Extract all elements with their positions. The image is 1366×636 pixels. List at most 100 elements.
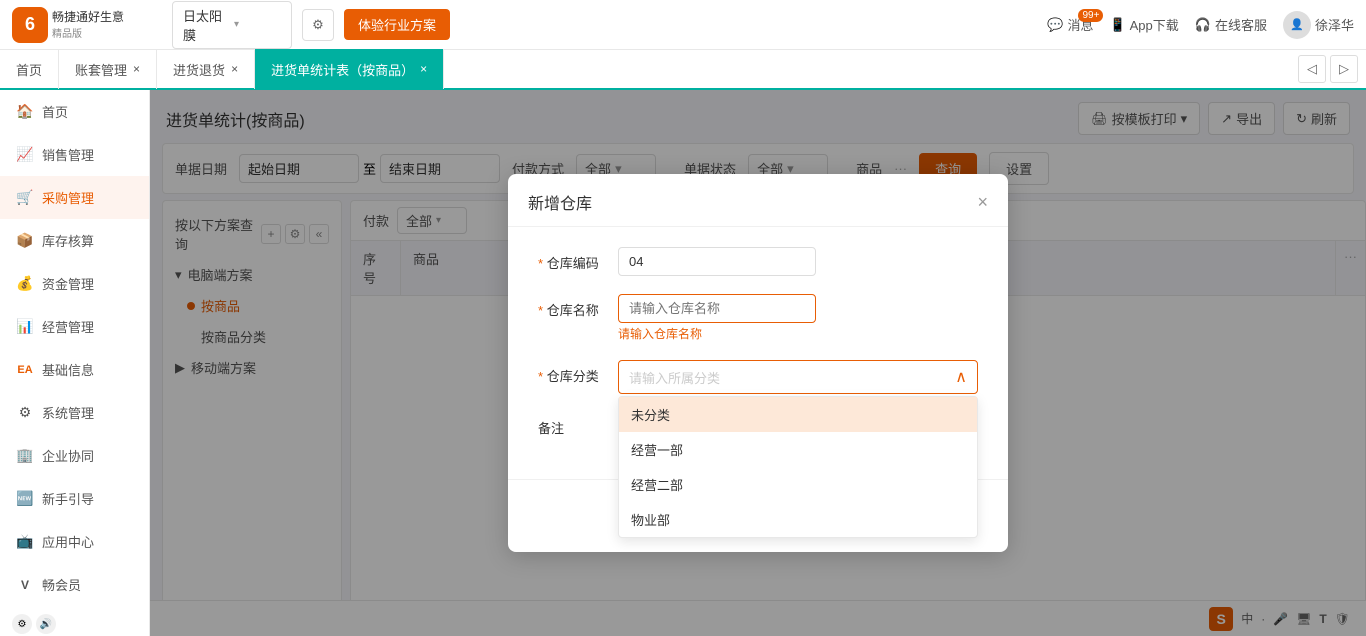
sidebar-item-base-info-label: 基础信息: [42, 360, 94, 379]
sidebar-item-operations[interactable]: 📊 经营管理: [0, 305, 149, 348]
app-download-label: App下载: [1130, 15, 1179, 34]
tab-purchase-return-label: 进货退货: [173, 60, 225, 79]
guide-icon: 🆕: [16, 490, 34, 508]
logo-name: 畅捷通好生意: [52, 9, 124, 26]
sidebar-item-system-label: 系统管理: [42, 403, 94, 422]
app-download-button[interactable]: 📱 App下载: [1109, 15, 1178, 34]
store-name: 日太阳膜: [183, 6, 230, 44]
app-center-icon: 📺: [16, 533, 34, 551]
modal-body: * 仓库编码 * 仓库名称: [508, 227, 1008, 479]
form-row-name: * 仓库名称 请输入仓库名称: [538, 294, 978, 342]
store-selector[interactable]: 日太阳膜 ▾: [172, 1, 292, 49]
code-label: * 仓库编码: [538, 247, 618, 272]
base-info-icon: EA: [16, 361, 34, 379]
sidebar-item-member-label: 畅会员: [42, 575, 81, 594]
tab-purchase-return[interactable]: 进货退货 ×: [157, 49, 255, 89]
tab-accounts-close[interactable]: ×: [133, 62, 140, 76]
tab-purchase-stats-close[interactable]: ×: [420, 62, 427, 76]
category-placeholder: 请输入所属分类: [629, 368, 720, 387]
volume-button[interactable]: 🔊: [36, 614, 56, 634]
avatar: 👤: [1283, 11, 1311, 39]
sidebar-item-sales-label: 销售管理: [42, 145, 94, 164]
purchase-icon: 🛒: [16, 189, 34, 207]
phone-icon: 📱: [1109, 17, 1125, 33]
dropdown-item-none[interactable]: 未分类: [619, 397, 977, 432]
logo-area: 6 畅捷通好生意 精品版: [12, 7, 162, 43]
sidebar-item-guide-label: 新手引导: [42, 489, 94, 508]
sidebar-item-inventory-label: 库存核算: [42, 231, 94, 250]
finance-icon: 💰: [16, 275, 34, 293]
category-select[interactable]: 请输入所属分类 ∧: [618, 360, 978, 394]
message-badge: 99+: [1078, 9, 1103, 22]
sidebar-item-home[interactable]: 🏠 首页: [0, 90, 149, 133]
form-row-category: * 仓库分类 请输入所属分类 ∧ 未分类 经营一部: [538, 360, 978, 394]
dropdown-item-property[interactable]: 物业部: [619, 502, 977, 537]
tab-prev-button[interactable]: ◁: [1298, 55, 1326, 83]
sidebar-item-finance[interactable]: 💰 资金管理: [0, 262, 149, 305]
tab-purchase-stats-label: 进货单统计表（按商品）: [271, 60, 414, 79]
tab-accounts-label: 账套管理: [75, 60, 127, 79]
content-area: 进货单统计(按商品) 🖨 按模板打印 ▾ ↗ 导出 ↻ 刷新: [150, 90, 1366, 636]
sidebar-item-system[interactable]: ⚙ 系统管理: [0, 391, 149, 434]
home-icon: 🏠: [16, 103, 34, 121]
enterprise-icon: 🏢: [16, 447, 34, 465]
code-input[interactable]: [618, 247, 816, 276]
sidebar-item-app-center[interactable]: 📺 应用中心: [0, 520, 149, 563]
sidebar-item-home-label: 首页: [42, 102, 68, 121]
tab-purchase-return-close[interactable]: ×: [231, 62, 238, 76]
dropdown-item-ops1[interactable]: 经营一部: [619, 432, 977, 467]
name-input[interactable]: [618, 294, 816, 323]
sidebar-item-enterprise[interactable]: 🏢 企业协同: [0, 434, 149, 477]
new-warehouse-modal: 新增仓库 × * 仓库编码: [508, 174, 1008, 552]
sidebar-item-purchase[interactable]: 🛒 采购管理: [0, 176, 149, 219]
name-input-wrapper: 请输入仓库名称: [618, 294, 978, 342]
tab-home[interactable]: 首页: [0, 49, 59, 89]
store-dropdown-arrow: ▾: [234, 19, 281, 30]
tab-purchase-stats[interactable]: 进货单统计表（按商品） ×: [255, 49, 444, 89]
note-label: 备注: [538, 412, 618, 437]
tab-home-label: 首页: [16, 60, 42, 79]
modal-overlay: 新增仓库 × * 仓库编码: [150, 90, 1366, 636]
settings-button[interactable]: ⚙: [302, 9, 334, 41]
sidebar-item-app-center-label: 应用中心: [42, 532, 94, 551]
category-select-wrapper: 请输入所属分类 ∧ 未分类 经营一部 经营二部 物业部: [618, 360, 978, 394]
top-bar: 6 畅捷通好生意 精品版 日太阳膜 ▾ ⚙ 体验行业方案 💬 消息 99+ 📱 …: [0, 0, 1366, 50]
gear-icon: ⚙: [312, 17, 324, 33]
sidebar-item-finance-label: 资金管理: [42, 274, 94, 293]
message-icon: 💬: [1047, 17, 1063, 33]
sidebar-item-base-info[interactable]: EA 基础信息: [0, 348, 149, 391]
top-right-area: 💬 消息 99+ 📱 App下载 🎧 在线客服 👤 徐泽华: [1047, 11, 1354, 39]
message-button[interactable]: 💬 消息 99+: [1047, 15, 1093, 34]
username: 徐泽华: [1315, 15, 1354, 34]
sidebar-item-purchase-label: 采购管理: [42, 188, 94, 207]
name-error-message: 请输入仓库名称: [618, 325, 978, 342]
dropdown-item-ops2[interactable]: 经营二部: [619, 467, 977, 502]
category-dropdown: 未分类 经营一部 经营二部 物业部: [618, 396, 978, 538]
tab-next-button[interactable]: ▷: [1330, 55, 1358, 83]
sidebar-item-sales[interactable]: 📈 销售管理: [0, 133, 149, 176]
sidebar: 🏠 首页 📈 销售管理 🛒 采购管理 📦 库存核算 💰 资金管理 📊 经营管理 …: [0, 90, 150, 636]
form-row-code: * 仓库编码: [538, 247, 978, 276]
modal-close-button[interactable]: ×: [977, 192, 988, 213]
sidebar-item-enterprise-label: 企业协同: [42, 446, 94, 465]
inventory-icon: 📦: [16, 232, 34, 250]
trial-button[interactable]: 体验行业方案: [344, 9, 450, 40]
logo-tag: 精品版: [52, 25, 124, 40]
tab-bar: 首页 账套管理 × 进货退货 × 进货单统计表（按商品） × ◁ ▷: [0, 50, 1366, 90]
online-service-button[interactable]: 🎧 在线客服: [1195, 15, 1267, 34]
settings-small-button[interactable]: ⚙: [12, 614, 32, 634]
sidebar-item-member[interactable]: V 畅会员: [0, 563, 149, 606]
chevron-up-icon: ∧: [955, 367, 967, 387]
modal-title: 新增仓库: [528, 190, 592, 214]
main-layout: 🏠 首页 📈 销售管理 🛒 采购管理 📦 库存核算 💰 资金管理 📊 经营管理 …: [0, 90, 1366, 636]
member-icon: V: [16, 576, 34, 594]
category-label: * 仓库分类: [538, 360, 618, 385]
sales-icon: 📈: [16, 146, 34, 164]
tab-accounts[interactable]: 账套管理 ×: [59, 49, 157, 89]
system-icon: ⚙: [16, 404, 34, 422]
headset-icon: 🎧: [1195, 17, 1211, 33]
sidebar-item-guide[interactable]: 🆕 新手引导: [0, 477, 149, 520]
sidebar-item-inventory[interactable]: 📦 库存核算: [0, 219, 149, 262]
user-menu[interactable]: 👤 徐泽华: [1283, 11, 1354, 39]
tab-controls: ◁ ▷: [1290, 55, 1366, 83]
